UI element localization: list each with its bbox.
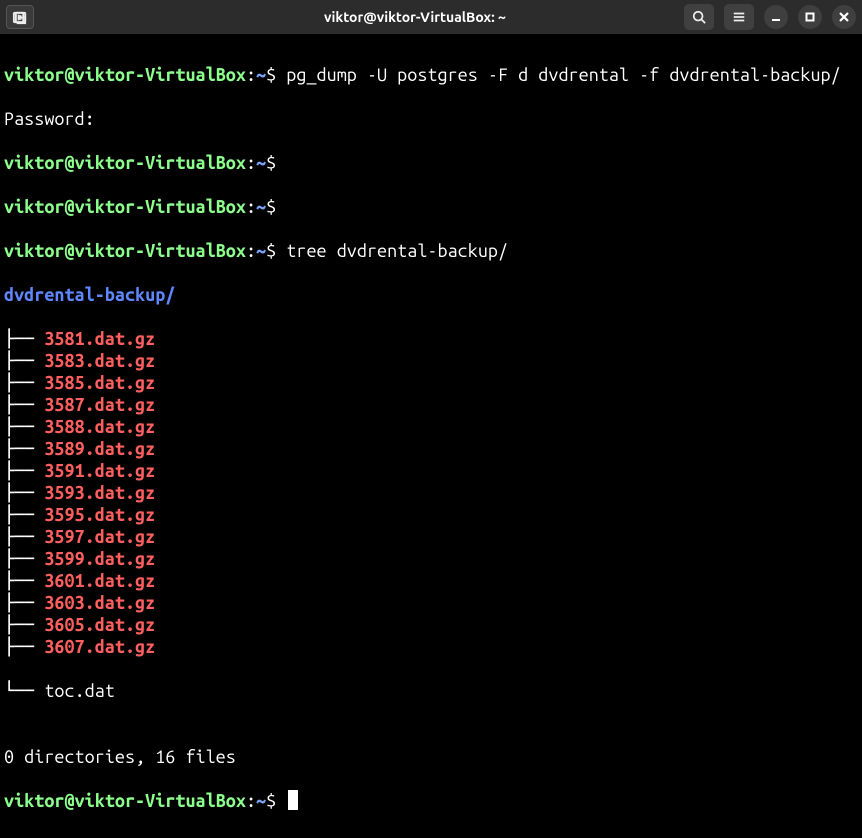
titlebar-right: [684, 4, 856, 30]
tree-branch-icon: ├──: [4, 439, 44, 459]
tree-file-name: 3607.dat.gz: [44, 637, 155, 657]
password-line: Password:: [4, 108, 858, 130]
tree-branch-icon: ├──: [4, 483, 44, 503]
tree-file-line: ├── 3601.dat.gz: [4, 570, 858, 592]
tree-file-name: 3583.dat.gz: [44, 351, 155, 371]
tree-branch-icon: ├──: [4, 329, 44, 349]
tree-file-line: ├── 3585.dat.gz: [4, 372, 858, 394]
command-line: viktor@viktor-VirtualBox:~$ pg_dump -U p…: [4, 64, 858, 86]
tree-file-line: ├── 3593.dat.gz: [4, 482, 858, 504]
tree-file-name: 3589.dat.gz: [44, 439, 155, 459]
tree-file-line: ├── 3597.dat.gz: [4, 526, 858, 548]
tree-file-line: ├── 3588.dat.gz: [4, 416, 858, 438]
tree-branch-icon: ├──: [4, 417, 44, 437]
tree-file-name: 3601.dat.gz: [44, 571, 155, 591]
prompt-at: @: [64, 65, 74, 85]
terminal-output[interactable]: viktor@viktor-VirtualBox:~$ pg_dump -U p…: [0, 34, 862, 838]
tree-file-line: ├── 3599.dat.gz: [4, 548, 858, 570]
prompt-tilde: ~: [256, 65, 266, 85]
tree-file-line: ├── 3589.dat.gz: [4, 438, 858, 460]
tree-branch-icon: ├──: [4, 637, 44, 657]
tree-file-name: 3588.dat.gz: [44, 417, 155, 437]
tree-file-line: ├── 3583.dat.gz: [4, 350, 858, 372]
empty-prompt: viktor@viktor-VirtualBox:~$: [4, 152, 858, 174]
tree-file-line: ├── 3603.dat.gz: [4, 592, 858, 614]
tree-file-name: 3581.dat.gz: [44, 329, 155, 349]
tree-root: dvdrental-backup/: [4, 284, 858, 306]
titlebar: viktor@viktor-VirtualBox: ~: [0, 0, 862, 34]
tree-file-line: ├── 3591.dat.gz: [4, 460, 858, 482]
tree-branch-icon: ├──: [4, 615, 44, 635]
tree-branch-icon: ├──: [4, 549, 44, 569]
cursor: [288, 790, 298, 810]
tree-last-file: └── toc.dat: [4, 680, 858, 702]
tree-file-name: 3603.dat.gz: [44, 593, 155, 613]
empty-prompt: viktor@viktor-VirtualBox:~$: [4, 196, 858, 218]
search-button[interactable]: [684, 4, 714, 30]
current-prompt: viktor@viktor-VirtualBox:~$: [4, 790, 858, 812]
prompt-user: viktor: [4, 65, 64, 85]
tree-file-line: ├── 3587.dat.gz: [4, 394, 858, 416]
maximize-button[interactable]: [798, 5, 822, 29]
tree-file-line: ├── 3607.dat.gz: [4, 636, 858, 658]
window-title: viktor@viktor-VirtualBox: ~: [150, 6, 680, 28]
tree-branch-icon: ├──: [4, 461, 44, 481]
tree-command: viktor@viktor-VirtualBox:~$ tree dvdrent…: [4, 240, 858, 262]
tree-file-name: 3593.dat.gz: [44, 483, 155, 503]
tree-file-name: 3597.dat.gz: [44, 527, 155, 547]
titlebar-left: [6, 5, 146, 29]
prompt-colon: :: [246, 65, 256, 85]
prompt-dollar: $: [266, 65, 276, 85]
tree-branch-icon: ├──: [4, 505, 44, 525]
tree-file-line: ├── 3595.dat.gz: [4, 504, 858, 526]
tree-branch-icon: ├──: [4, 593, 44, 613]
tree-summary: 0 directories, 16 files: [4, 746, 858, 768]
tree-file-name: 3599.dat.gz: [44, 549, 155, 569]
menu-button[interactable]: [724, 4, 754, 30]
tree-file-name: 3605.dat.gz: [44, 615, 155, 635]
minimize-button[interactable]: [764, 5, 788, 29]
new-tab-button[interactable]: [6, 5, 34, 29]
tree-file-name: 3595.dat.gz: [44, 505, 155, 525]
tree-branch-icon: ├──: [4, 395, 44, 415]
tree-branch-icon: ├──: [4, 373, 44, 393]
close-button[interactable]: [832, 5, 856, 29]
tree-file-name: 3585.dat.gz: [44, 373, 155, 393]
tree-branch-icon: ├──: [4, 571, 44, 591]
prompt-host: viktor-VirtualBox: [75, 65, 246, 85]
tree-branch-icon: ├──: [4, 527, 44, 547]
tree-file-name: 3587.dat.gz: [44, 395, 155, 415]
tree-branch-icon: ├──: [4, 351, 44, 371]
command-text: pg_dump -U postgres -F d dvdrental -f dv…: [276, 65, 840, 85]
tree-file-line: ├── 3581.dat.gz: [4, 328, 858, 350]
tree-file-line: ├── 3605.dat.gz: [4, 614, 858, 636]
tree-file-name: 3591.dat.gz: [44, 461, 155, 481]
